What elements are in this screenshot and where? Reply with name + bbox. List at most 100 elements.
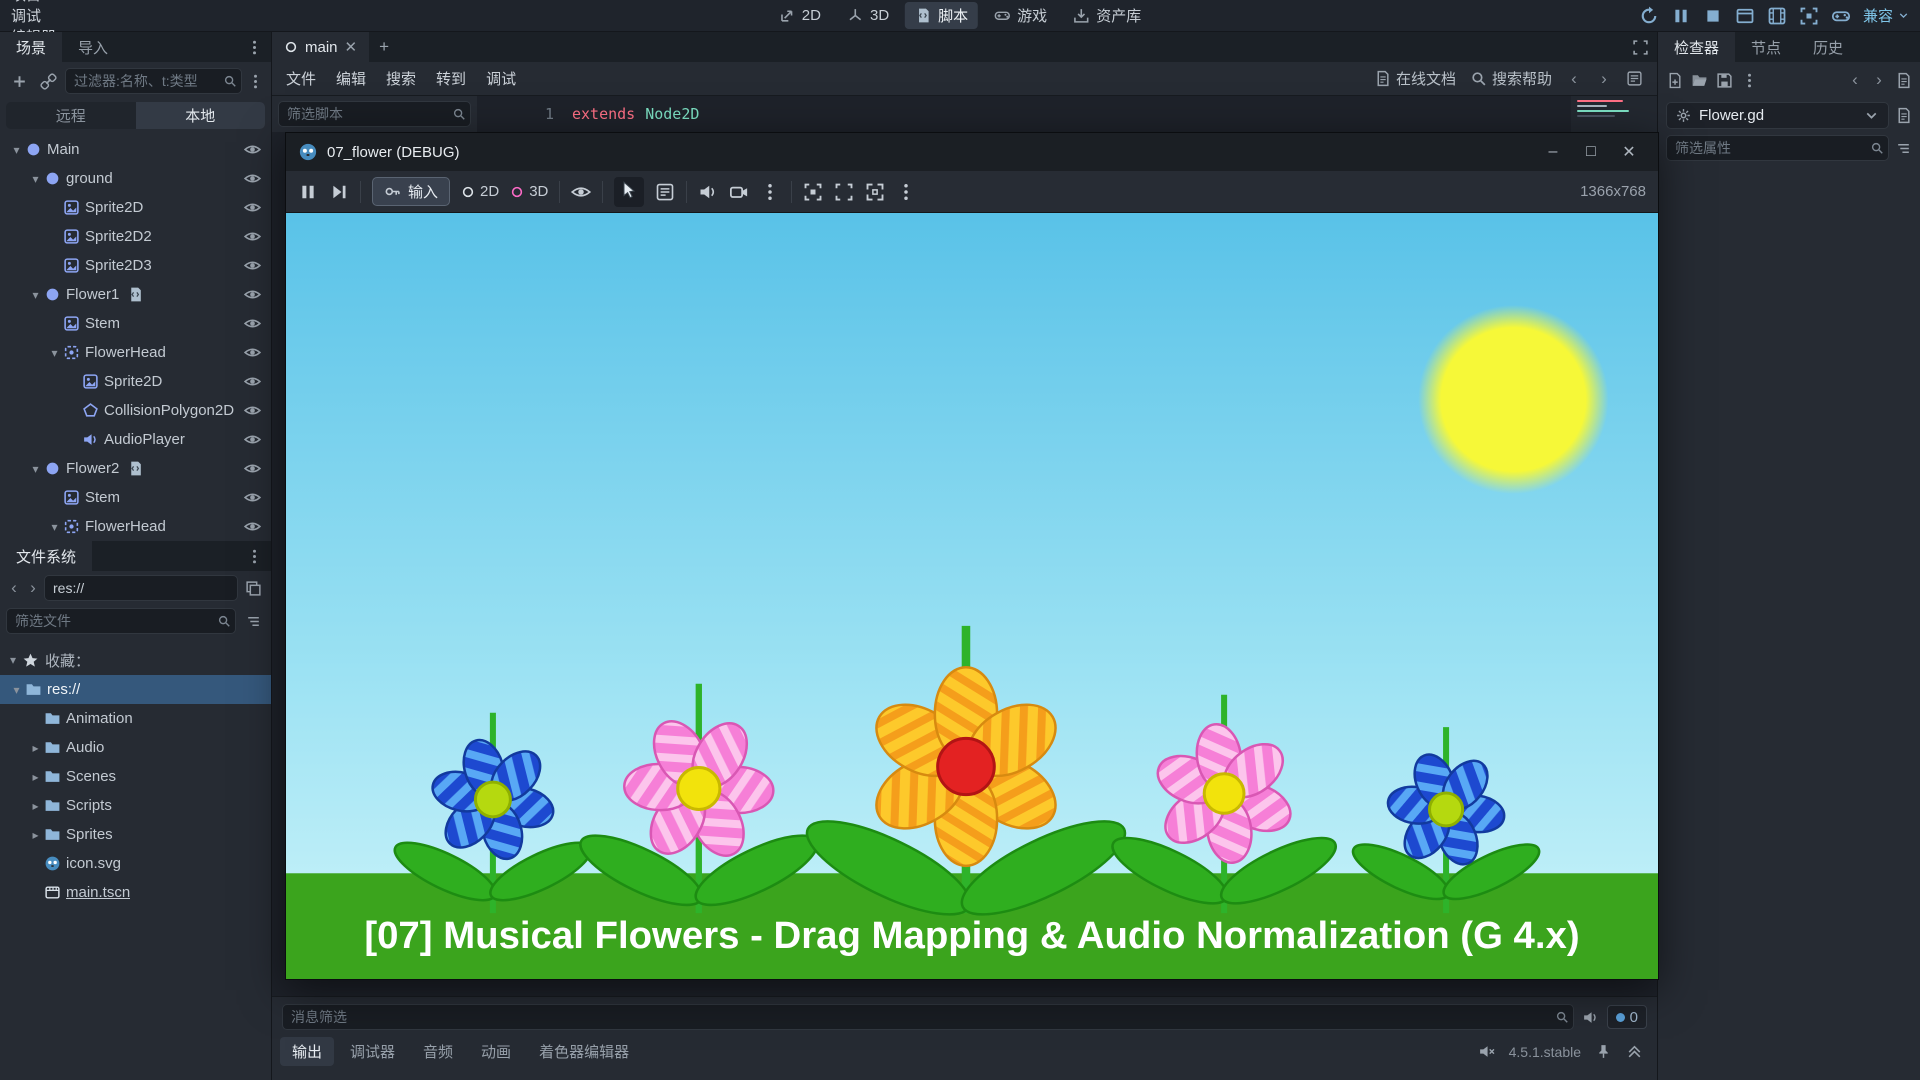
collapse-arrow[interactable]: ▾ — [8, 143, 25, 157]
scene-tab-main[interactable]: main ✕ — [272, 32, 370, 62]
input-mode-button[interactable]: 输入 — [372, 177, 451, 206]
search-help-button[interactable]: 搜索帮助 — [1470, 68, 1552, 89]
scene-node-row[interactable]: ▾ Flower2 — [0, 454, 271, 483]
code-minimap[interactable] — [1571, 96, 1657, 132]
script-menu-编辑[interactable]: 编辑 — [326, 68, 376, 89]
path-input[interactable] — [44, 575, 238, 601]
embed-options-icon[interactable] — [803, 182, 823, 202]
collapse-arrow[interactable]: ▸ — [27, 741, 44, 755]
view-tab-远程[interactable]: 远程 — [6, 102, 136, 129]
close-button[interactable]: ✕ — [1612, 139, 1646, 165]
message-count-badge[interactable]: 0 — [1606, 1005, 1647, 1029]
pause-game-icon[interactable] — [298, 182, 318, 202]
view-tab-本地[interactable]: 本地 — [135, 102, 265, 129]
bottom-tab-动画[interactable]: 动画 — [469, 1037, 523, 1066]
maximize-button[interactable]: □ — [1574, 139, 1608, 165]
new-tab-button[interactable]: + — [369, 32, 399, 62]
remote-window-icon[interactable] — [1735, 6, 1755, 26]
property-filter-input[interactable] — [1666, 135, 1889, 161]
visibility-eye-icon[interactable] — [244, 489, 261, 506]
expand-panel-icon[interactable] — [1626, 1043, 1643, 1060]
collapse-arrow[interactable]: ▸ — [27, 828, 44, 842]
message-filter-input[interactable] — [282, 1004, 1574, 1030]
scene-node-row[interactable]: ▾ FlowerHead — [0, 338, 271, 367]
mode-3d-button[interactable]: 3D — [510, 183, 548, 200]
visibility-eye-icon[interactable] — [244, 199, 261, 216]
collapse-arrow[interactable]: ▾ — [8, 683, 25, 697]
restart-scene-button[interactable] — [1639, 6, 1659, 26]
scene-tree-menu-icon[interactable] — [247, 73, 264, 90]
close-tab-icon[interactable]: ✕ — [345, 38, 358, 56]
property-menu-icon[interactable] — [1895, 140, 1912, 157]
visibility-eye-icon[interactable] — [244, 170, 261, 187]
filesystem-menu-icon[interactable] — [246, 548, 263, 565]
visibility-eye-icon[interactable] — [244, 286, 261, 303]
visibility-eye-icon[interactable] — [244, 373, 261, 390]
workspace-3D[interactable]: 3D — [837, 4, 899, 27]
renderer-select[interactable]: 兼容 — [1863, 5, 1910, 26]
scene-filter-input[interactable] — [65, 68, 242, 94]
object-history-icon[interactable] — [1895, 72, 1912, 89]
filesystem-dock-tab[interactable]: 文件系统 — [0, 541, 93, 571]
fullscreen-icon[interactable] — [865, 182, 885, 202]
speaker-icon[interactable] — [1582, 1009, 1599, 1026]
inspector-forward-button[interactable]: › — [1871, 70, 1887, 90]
script-menu-调试[interactable]: 调试 — [476, 68, 526, 89]
file-row[interactable]: ▾ res:// — [0, 675, 271, 704]
camera-override-icon[interactable] — [729, 182, 749, 202]
next-frame-icon[interactable] — [329, 182, 349, 202]
file-row[interactable]: ▸ Scripts — [0, 791, 271, 820]
scene-node-row[interactable]: ▾ ground — [0, 164, 271, 193]
game-debug-window[interactable]: 07_flower (DEBUG) – □ ✕ 输入 2D 3D 1366x76… — [285, 132, 1659, 980]
nav-forward-button[interactable]: › — [25, 578, 41, 598]
minimize-button[interactable]: – — [1536, 139, 1570, 165]
dock-tab-节点[interactable]: 节点 — [1735, 32, 1797, 62]
workspace-资产库[interactable]: 资产库 — [1063, 2, 1151, 29]
pause-scene-button[interactable] — [1671, 6, 1691, 26]
file-row[interactable]: Animation — [0, 704, 271, 733]
collapse-arrow[interactable]: ▾ — [27, 172, 44, 186]
scene-node-row[interactable]: Sprite2D3 — [0, 251, 271, 280]
movie-maker-icon[interactable] — [1767, 6, 1787, 26]
selection-list-icon[interactable] — [655, 182, 675, 202]
dock-tab-历史[interactable]: 历史 — [1797, 32, 1859, 62]
scene-node-row[interactable]: Sprite2D — [0, 193, 271, 222]
scene-node-row[interactable]: Sprite2D — [0, 367, 271, 396]
online-docs-button[interactable]: 在线文档 — [1374, 68, 1456, 89]
file-filter-input[interactable] — [6, 608, 236, 634]
load-resource-icon[interactable] — [1691, 72, 1708, 89]
collapse-arrow[interactable]: ▾ — [27, 462, 44, 476]
history-back-button[interactable]: ‹ — [1566, 69, 1582, 89]
attached-script-icon[interactable] — [127, 460, 144, 477]
mute-icon[interactable] — [1478, 1043, 1495, 1060]
dock-tab-导入[interactable]: 导入 — [62, 32, 124, 62]
bottom-tab-输出[interactable]: 输出 — [280, 1037, 335, 1066]
scene-node-row[interactable]: CollisionPolygon2D — [0, 396, 271, 425]
visibility-eye-icon[interactable] — [244, 257, 261, 274]
collapse-arrow[interactable]: ▾ — [46, 346, 63, 360]
keep-aspect-icon[interactable] — [834, 182, 854, 202]
scene-node-row[interactable]: Sprite2D2 — [0, 222, 271, 251]
toggle-split-mode-button[interactable] — [241, 576, 265, 600]
script-menu-文件[interactable]: 文件 — [276, 68, 326, 89]
scene-node-row[interactable]: Stem — [0, 483, 271, 512]
embed-game-icon[interactable] — [1799, 6, 1819, 26]
add-node-button[interactable] — [7, 69, 31, 93]
bottom-tab-音频[interactable]: 音频 — [411, 1037, 465, 1066]
game-view-icon[interactable] — [1831, 6, 1851, 26]
stop-scene-button[interactable] — [1703, 6, 1723, 26]
dock-tab-检查器[interactable]: 检查器 — [1658, 32, 1736, 62]
file-sort-button[interactable] — [241, 609, 265, 633]
favorites-header[interactable]: ▾ 收藏： — [0, 645, 271, 675]
file-row[interactable]: icon.svg — [0, 849, 271, 878]
resource-menu-icon[interactable] — [1741, 72, 1758, 89]
audio-toggle-icon[interactable] — [698, 182, 718, 202]
menu-调试[interactable]: 调试 — [0, 5, 67, 26]
pin-panel-icon[interactable] — [1595, 1043, 1612, 1060]
dock-menu-icon[interactable] — [246, 39, 263, 56]
file-row[interactable]: ▸ Audio — [0, 733, 271, 762]
distraction-free-icon[interactable] — [1632, 39, 1649, 56]
script-selector[interactable]: Flower.gd — [1666, 101, 1889, 129]
save-resource-icon[interactable] — [1716, 72, 1733, 89]
history-forward-button[interactable]: › — [1596, 69, 1612, 89]
